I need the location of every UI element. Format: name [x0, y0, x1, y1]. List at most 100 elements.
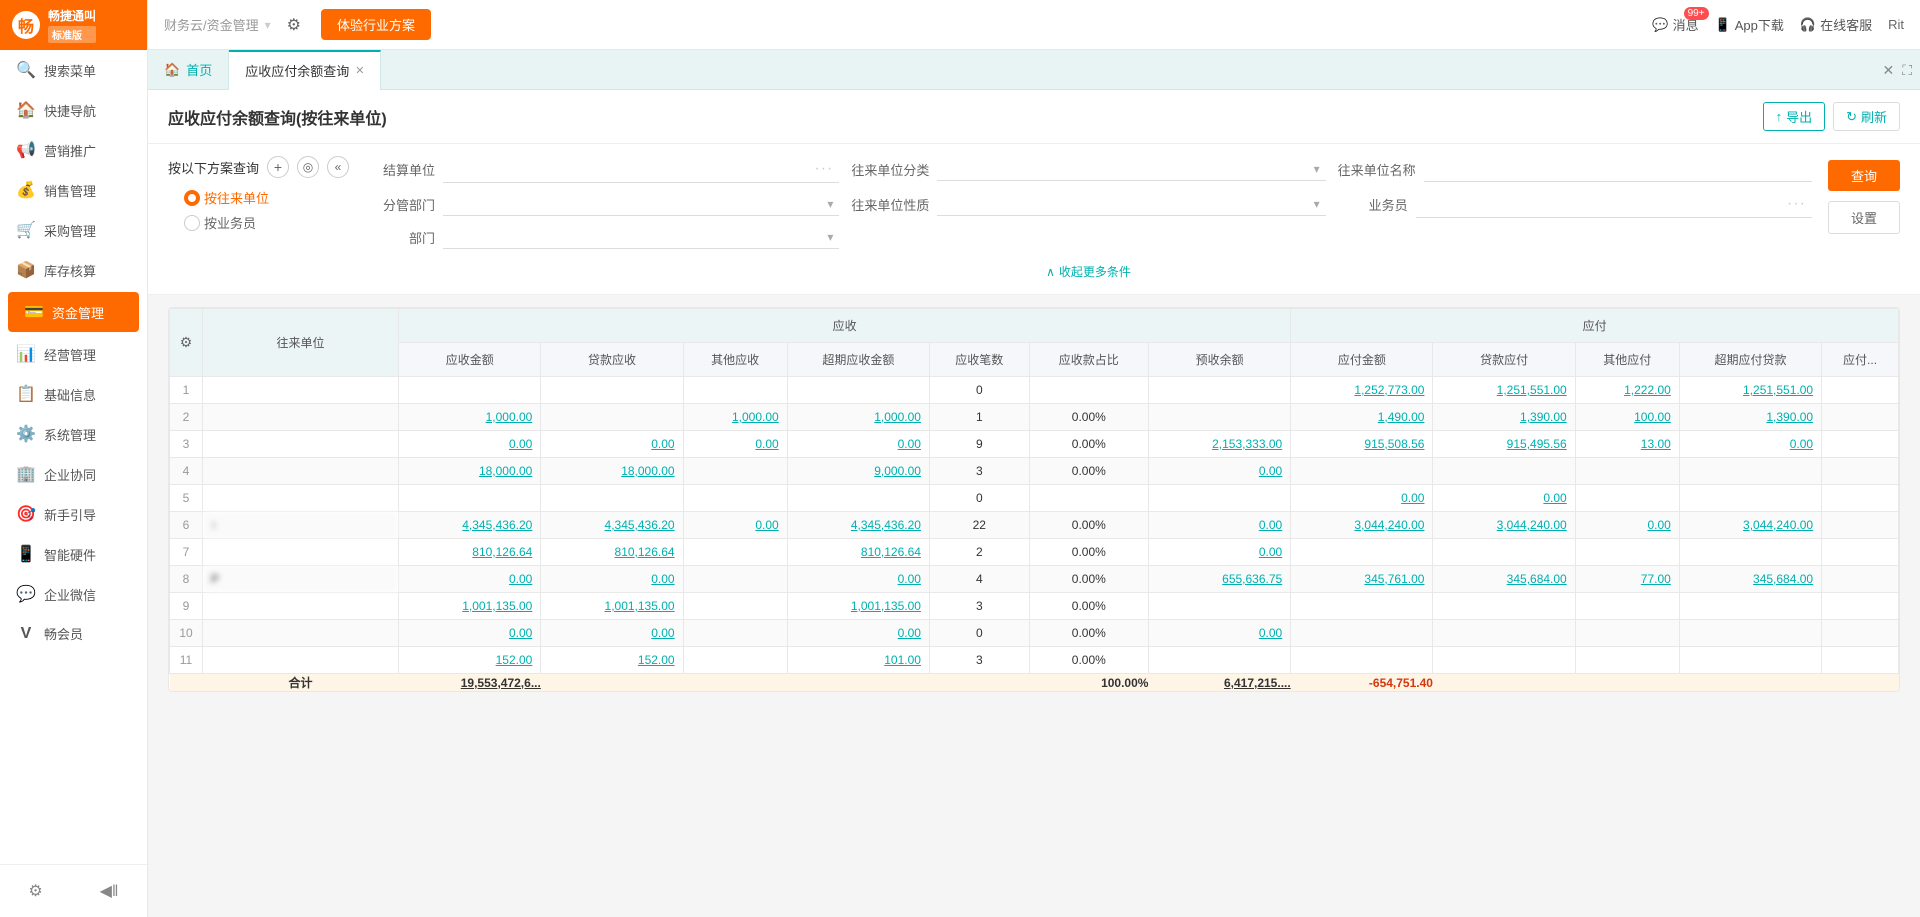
settings-btn[interactable]: 设置 [1828, 201, 1900, 234]
sidebar-item-newbie[interactable]: 🎯 新手引导 [0, 494, 147, 534]
window-close-icon[interactable]: ✕ [1882, 62, 1894, 79]
data-cell[interactable]: 0.00 [1148, 539, 1290, 566]
data-cell[interactable]: 915,508.56 [1291, 431, 1433, 458]
settlement-unit-input[interactable]: ··· [443, 156, 839, 183]
data-cell[interactable]: 0.00 [787, 566, 929, 593]
data-cell[interactable]: 4,345,436.20 [399, 512, 541, 539]
data-cell[interactable]: 3,044,240.00 [1291, 512, 1433, 539]
data-cell[interactable]: 0.00 [1575, 512, 1679, 539]
data-cell[interactable]: 1,252,773.00 [1291, 377, 1433, 404]
promo-button[interactable]: 体验行业方案 [321, 9, 431, 40]
tab-close-icon[interactable]: ✕ [355, 64, 364, 77]
data-cell[interactable]: 1,001,135.00 [541, 593, 683, 620]
refresh-button[interactable]: ↻ 刷新 [1833, 102, 1900, 131]
data-cell[interactable]: 0.00 [1679, 431, 1821, 458]
sidebar-item-enterprise[interactable]: 🏢 企业协同 [0, 454, 147, 494]
data-cell[interactable]: 345,684.00 [1679, 566, 1821, 593]
salesperson-input[interactable]: ··· [1416, 191, 1812, 218]
department-select[interactable]: ▾ [443, 226, 839, 249]
sidebar-item-purchase[interactable]: 🛒 采购管理 [0, 210, 147, 250]
app-download-button[interactable]: 📱 App下载 [1715, 15, 1784, 34]
sidebar-item-sales[interactable]: 💰 销售管理 [0, 170, 147, 210]
data-cell[interactable]: 0.00 [1148, 620, 1290, 647]
data-cell[interactable]: 152.00 [399, 647, 541, 674]
unit-name-input[interactable] [1424, 158, 1812, 182]
data-cell[interactable]: 1,222.00 [1575, 377, 1679, 404]
data-cell[interactable]: 18,000.00 [541, 458, 683, 485]
data-cell[interactable]: 0.00 [787, 431, 929, 458]
data-cell[interactable]: 345,761.00 [1291, 566, 1433, 593]
sidebar-item-quick-nav[interactable]: 🏠 快捷导航 [0, 90, 147, 130]
sidebar-item-search-menu[interactable]: 🔍 搜索菜单 [0, 50, 147, 90]
export-button[interactable]: ↑ 导出 [1763, 102, 1826, 131]
data-cell[interactable]: 3,044,240.00 [1433, 512, 1575, 539]
filter-settings-button[interactable]: ◎ [297, 156, 319, 178]
filter-option-by-unit[interactable]: 按往来单位 [184, 188, 341, 207]
sidebar-item-vip[interactable]: V 畅会员 [0, 614, 147, 653]
data-cell[interactable]: 0.00 [399, 620, 541, 647]
tab-home[interactable]: 🏠 首页 [148, 50, 229, 90]
sidebar-item-inventory[interactable]: 📦 库存核算 [0, 250, 147, 290]
query-button[interactable]: 查询 [1828, 160, 1900, 191]
data-cell[interactable]: 810,126.64 [541, 539, 683, 566]
filter-add-button[interactable]: + [267, 156, 289, 178]
data-cell[interactable]: 0.00 [1148, 512, 1290, 539]
message-button[interactable]: 💬 消息 99+ [1652, 15, 1698, 34]
data-cell[interactable]: 100.00 [1575, 404, 1679, 431]
footer-prepay[interactable]: 6,417,215.... [1148, 674, 1290, 692]
data-cell[interactable]: 4,345,436.20 [541, 512, 683, 539]
online-service-button[interactable]: 🎧 在线客服 [1800, 15, 1872, 34]
tab-ar-ap[interactable]: 应收应付余额查询 ✕ [229, 50, 381, 90]
sidebar-item-marketing[interactable]: 📢 营销推广 [0, 130, 147, 170]
table-settings-icon[interactable]: ⚙ [176, 333, 196, 353]
sidebar-collapse-button[interactable]: ◀‖ [92, 873, 127, 909]
data-cell[interactable]: 18,000.00 [399, 458, 541, 485]
sidebar-item-wechat[interactable]: 💬 企业微信 [0, 574, 147, 614]
data-cell[interactable]: 0.00 [787, 620, 929, 647]
data-cell[interactable]: 1,001,135.00 [399, 593, 541, 620]
data-cell[interactable]: 4,345,436.20 [787, 512, 929, 539]
footer-ar-total[interactable]: 19,553,472,6... [399, 674, 541, 692]
data-cell[interactable]: 810,126.64 [787, 539, 929, 566]
data-cell[interactable]: 0.00 [541, 566, 683, 593]
data-cell[interactable]: 1,000.00 [683, 404, 787, 431]
unit-nature-select[interactable]: ▾ [937, 193, 1325, 216]
data-cell[interactable]: 1,000.00 [399, 404, 541, 431]
data-cell[interactable]: 1,000.00 [787, 404, 929, 431]
data-cell[interactable]: 77.00 [1575, 566, 1679, 593]
data-cell[interactable]: 2,153,333.00 [1148, 431, 1290, 458]
data-cell[interactable]: 9,000.00 [787, 458, 929, 485]
data-cell[interactable]: 0.00 [683, 431, 787, 458]
data-cell[interactable]: 1,251,551.00 [1679, 377, 1821, 404]
filter-option-by-employee[interactable]: 按业务员 [184, 213, 349, 232]
data-cell[interactable]: 345,684.00 [1433, 566, 1575, 593]
sidebar-item-basic-info[interactable]: 📋 基础信息 [0, 374, 147, 414]
data-cell[interactable]: 1,001,135.00 [787, 593, 929, 620]
sidebar-item-finance[interactable]: 💳 资金管理 [8, 292, 139, 332]
data-cell[interactable]: 655,636.75 [1148, 566, 1290, 593]
data-cell[interactable]: 0.00 [1148, 458, 1290, 485]
filter-option-collapse-button[interactable]: « [327, 156, 349, 178]
user-info[interactable]: Rit [1888, 17, 1904, 32]
data-cell[interactable]: 1,390.00 [1679, 404, 1821, 431]
data-cell[interactable]: 1,490.00 [1291, 404, 1433, 431]
data-cell[interactable]: 101.00 [787, 647, 929, 674]
sidebar-item-operations[interactable]: 📊 经营管理 [0, 334, 147, 374]
data-cell[interactable]: 0.00 [399, 566, 541, 593]
dept-select[interactable]: ▾ [443, 193, 839, 216]
sidebar-item-system[interactable]: ⚙️ 系统管理 [0, 414, 147, 454]
data-cell[interactable]: 152.00 [541, 647, 683, 674]
data-cell[interactable]: 0.00 [399, 431, 541, 458]
data-cell[interactable]: 3,044,240.00 [1679, 512, 1821, 539]
sidebar-settings-button[interactable]: ⚙ [20, 873, 50, 909]
data-cell[interactable]: 810,126.64 [399, 539, 541, 566]
data-cell[interactable]: 915,495.56 [1433, 431, 1575, 458]
data-cell[interactable]: 0.00 [541, 620, 683, 647]
unit-category-select[interactable]: ▾ [937, 158, 1325, 181]
sidebar-item-smart-hw[interactable]: 📱 智能硬件 [0, 534, 147, 574]
header-gear-icon[interactable]: ⚙ [287, 15, 301, 35]
data-cell[interactable]: 0.00 [1291, 485, 1433, 512]
data-cell[interactable]: 1,251,551.00 [1433, 377, 1575, 404]
data-cell[interactable]: 13.00 [1575, 431, 1679, 458]
window-maximize-icon[interactable]: ⛶ [1902, 62, 1912, 79]
